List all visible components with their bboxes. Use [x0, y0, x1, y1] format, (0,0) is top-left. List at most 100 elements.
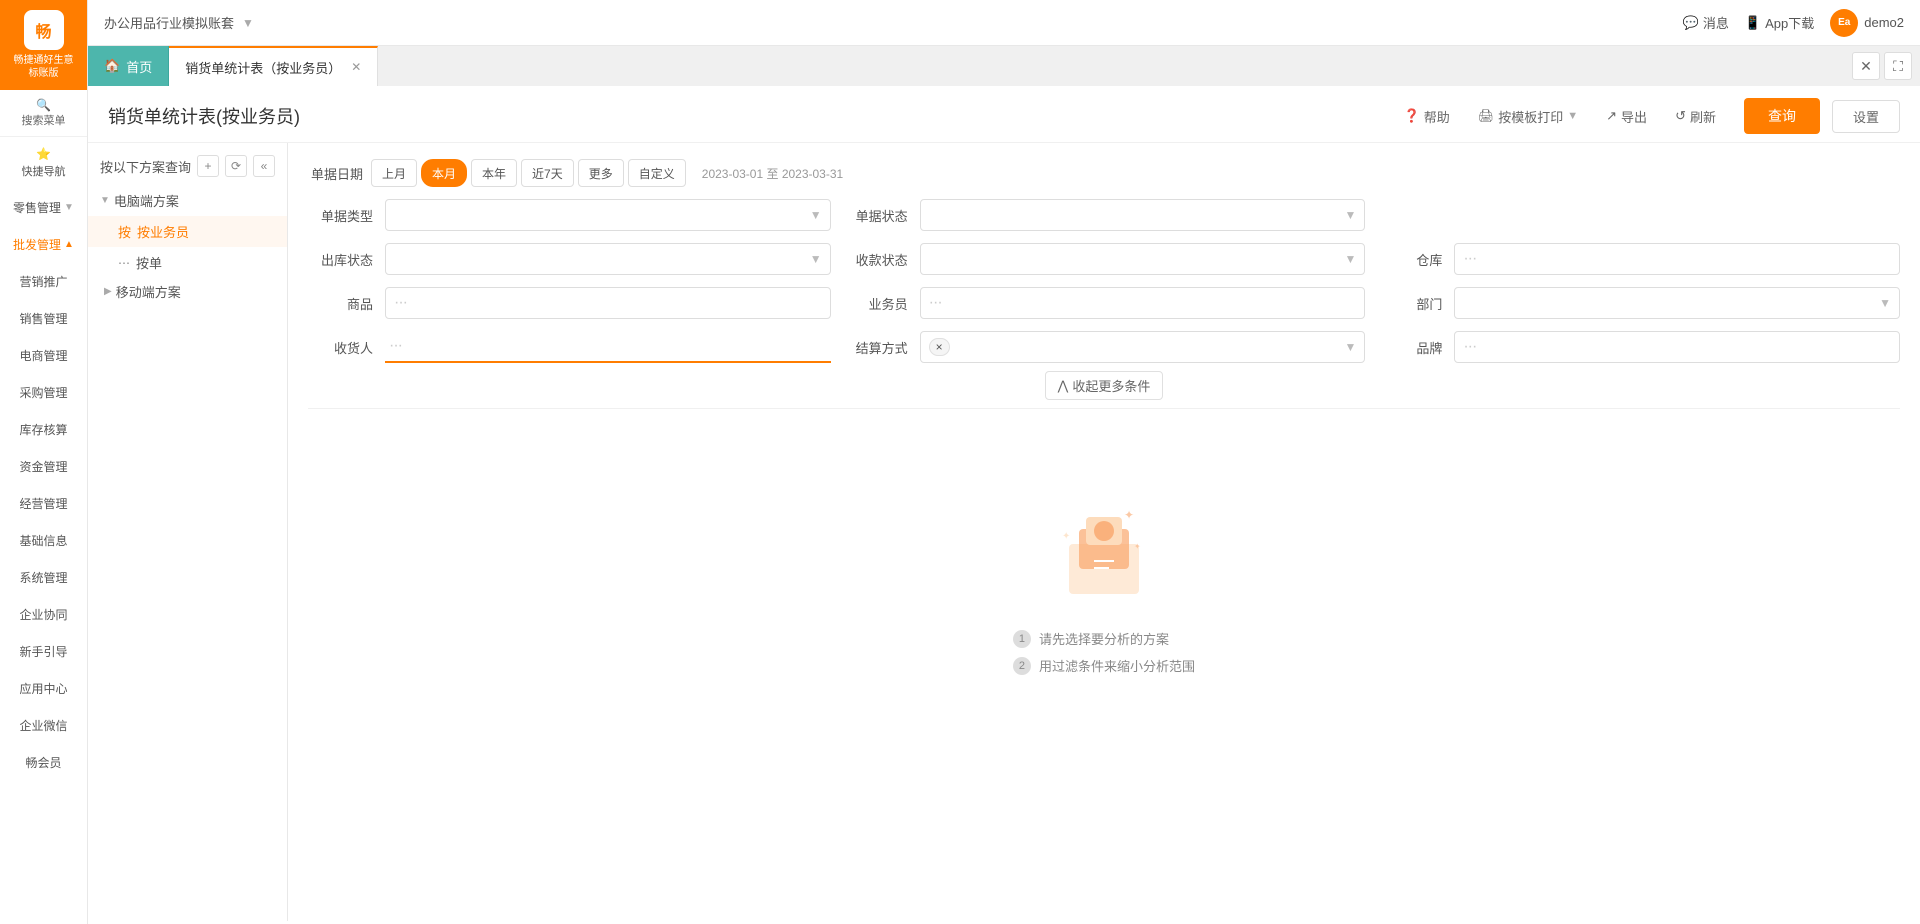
- salesperson-scheme-icon: 按: [118, 222, 131, 241]
- receiver-label: 收货人: [308, 338, 373, 357]
- sidebar-item-wholesale[interactable]: 批发管理 ▲: [0, 226, 87, 263]
- sidebar-item-apps[interactable]: 应用中心: [0, 670, 87, 707]
- tab-close-icon[interactable]: ✕: [351, 60, 361, 74]
- payment-label: 收款状态: [843, 250, 908, 269]
- operations-label: 经营管理: [19, 495, 67, 512]
- sidebar-item-purchase[interactable]: 采购管理: [0, 374, 87, 411]
- add-scheme-btn[interactable]: +: [197, 155, 219, 177]
- date-btn-7days[interactable]: 近7天: [521, 159, 574, 187]
- tab-close-all-btn[interactable]: ✕: [1852, 52, 1880, 80]
- sidebar-item-marketing[interactable]: 营销推广: [0, 263, 87, 300]
- ecommerce-label: 电商管理: [19, 347, 67, 364]
- payment-input[interactable]: ▼: [920, 243, 1366, 275]
- sidebar-item-members[interactable]: 畅会员: [0, 744, 87, 781]
- empty-hint-1: 1 请先选择要分析的方案: [1013, 629, 1195, 648]
- status-input[interactable]: ▼: [920, 199, 1366, 231]
- user-profile-action[interactable]: Ea demo2: [1830, 9, 1904, 37]
- logo[interactable]: 畅 畅捷通好生意 标账版: [0, 0, 87, 90]
- quicknav-icon: ⭐: [36, 147, 51, 161]
- home-icon: 🏠: [104, 58, 120, 74]
- print-btn[interactable]: 🖨 按模板打印 ▼: [1470, 103, 1586, 130]
- settlement-label: 结算方式: [843, 338, 908, 357]
- company-selector[interactable]: 办公用品行业模拟账套 ▼: [104, 13, 254, 32]
- sidebar-item-newbie[interactable]: 新手引导: [0, 633, 87, 670]
- collapse-panel-btn[interactable]: «: [253, 155, 275, 177]
- refresh-label: 刷新: [1690, 107, 1716, 126]
- mobile-section-label: 移动端方案: [116, 282, 181, 301]
- settlement-tag-close[interactable]: ×: [936, 340, 943, 354]
- warehouse-input[interactable]: ···: [1454, 243, 1900, 275]
- settlement-input[interactable]: × ▼: [920, 331, 1366, 363]
- svg-text:✦: ✦: [1134, 542, 1141, 551]
- tab-home[interactable]: 🏠 首页: [88, 46, 169, 86]
- tab-sales-stats[interactable]: 销货单统计表（按业务员） ✕: [169, 46, 378, 86]
- receiver-dots: ···: [389, 337, 402, 355]
- sidebar: 畅 畅捷通好生意 标账版 🔍 搜索菜单 ⭐ 快捷导航 零售管理 ▼ 批发管理 ▲…: [0, 0, 88, 924]
- sidebar-item-finance[interactable]: 资金管理: [0, 448, 87, 485]
- help-icon: ❓: [1404, 108, 1420, 124]
- query-label: 查询: [1768, 108, 1796, 124]
- settings-btn[interactable]: 设置: [1832, 100, 1900, 133]
- tree-mobile-section[interactable]: ▶ 移动端方案: [88, 278, 287, 305]
- left-panel: 按以下方案查询 + ⟳ « ▼ 电脑端方案 按 按业务员: [88, 143, 288, 921]
- left-panel-title: 按以下方案查询: [100, 157, 191, 176]
- salesperson-input[interactable]: ···: [920, 287, 1366, 319]
- tree-pc-section[interactable]: ▼ 电脑端方案: [88, 185, 287, 216]
- delivery-input[interactable]: ▼: [385, 243, 831, 275]
- top-header: 办公用品行业模拟账套 ▼ 💬 消息 📱 App下载 Ea demo2: [88, 0, 1920, 46]
- sidebar-item-sales[interactable]: 销售管理: [0, 300, 87, 337]
- sidebar-item-system[interactable]: 系统管理: [0, 559, 87, 596]
- tree-sub-order[interactable]: ⋯ 按单: [88, 247, 287, 278]
- apps-label: 应用中心: [19, 680, 67, 697]
- brand-input[interactable]: ···: [1454, 331, 1900, 363]
- sidebar-item-quicknav[interactable]: ⭐ 快捷导航: [0, 137, 87, 189]
- wholesale-label: 批发管理: [13, 236, 61, 253]
- purchase-label: 采购管理: [19, 384, 67, 401]
- settlement-dropdown-icon: ▼: [1344, 340, 1356, 354]
- export-btn[interactable]: ↗ 导出: [1598, 103, 1655, 130]
- goods-input[interactable]: ···: [385, 287, 831, 319]
- message-icon: 💬: [1683, 15, 1699, 31]
- left-panel-header: 按以下方案查询 + ⟳ «: [88, 155, 287, 185]
- query-btn[interactable]: 查询: [1744, 98, 1820, 134]
- sidebar-item-retail[interactable]: 零售管理 ▼: [0, 189, 87, 226]
- svg-text:✦: ✦: [1062, 531, 1070, 542]
- help-btn[interactable]: ❓ 帮助: [1396, 103, 1458, 130]
- date-btn-thismonth[interactable]: 本月: [421, 159, 467, 187]
- sidebar-search[interactable]: 🔍 搜索菜单: [0, 90, 87, 137]
- goods-dots: ···: [394, 294, 407, 312]
- messages-action[interactable]: 💬 消息: [1683, 13, 1729, 32]
- sidebar-item-inventory[interactable]: 库存核算: [0, 411, 87, 448]
- brand-dots: ···: [1463, 338, 1476, 356]
- phone-icon: 📱: [1745, 15, 1761, 31]
- brand-label: 品牌: [1377, 338, 1442, 357]
- collapse-bar: ⋀ 收起更多条件: [308, 371, 1900, 400]
- refresh-btn[interactable]: ↺ 刷新: [1667, 103, 1724, 130]
- sidebar-item-wechat[interactable]: 企业微信: [0, 707, 87, 744]
- refresh-scheme-btn[interactable]: ⟳: [225, 155, 247, 177]
- empty-hints: 1 请先选择要分析的方案 2 用过滤条件来缩小分析范围: [1013, 629, 1195, 683]
- date-btn-more[interactable]: 更多: [578, 159, 624, 187]
- inventory-label: 库存核算: [19, 421, 67, 438]
- page-title-bar: 销货单统计表(按业务员) ❓ 帮助 🖨 按模板打印 ▼ ↗ 导出 ↺ 刷新: [88, 86, 1920, 143]
- tree-sub-salesperson[interactable]: 按 按业务员: [88, 216, 287, 247]
- sidebar-item-basic[interactable]: 基础信息: [0, 522, 87, 559]
- tab-expand-btn[interactable]: ⛶: [1884, 52, 1912, 80]
- hint-text-2: 用过滤条件来缩小分析范围: [1039, 656, 1195, 675]
- receiver-input[interactable]: ···: [385, 331, 831, 363]
- user-name: demo2: [1864, 15, 1904, 30]
- sidebar-item-ecommerce[interactable]: 电商管理: [0, 337, 87, 374]
- collapse-btn[interactable]: ⋀ 收起更多条件: [1045, 371, 1164, 400]
- date-btn-custom[interactable]: 自定义: [628, 159, 686, 187]
- sidebar-item-operations[interactable]: 经营管理: [0, 485, 87, 522]
- app-download-action[interactable]: 📱 App下载: [1745, 13, 1814, 32]
- department-input[interactable]: ▼: [1454, 287, 1900, 319]
- date-btn-lastmonth[interactable]: 上月: [371, 159, 417, 187]
- pc-section-arrow: ▼: [100, 195, 110, 206]
- payment-dropdown-icon: ▼: [1344, 252, 1356, 266]
- hint-num-1: 1: [1013, 630, 1031, 648]
- date-btn-thisyear[interactable]: 本年: [471, 159, 517, 187]
- type-input[interactable]: ▼: [385, 199, 831, 231]
- sidebar-item-cooperation[interactable]: 企业协同: [0, 596, 87, 633]
- quicknav-label: 快捷导航: [22, 163, 66, 179]
